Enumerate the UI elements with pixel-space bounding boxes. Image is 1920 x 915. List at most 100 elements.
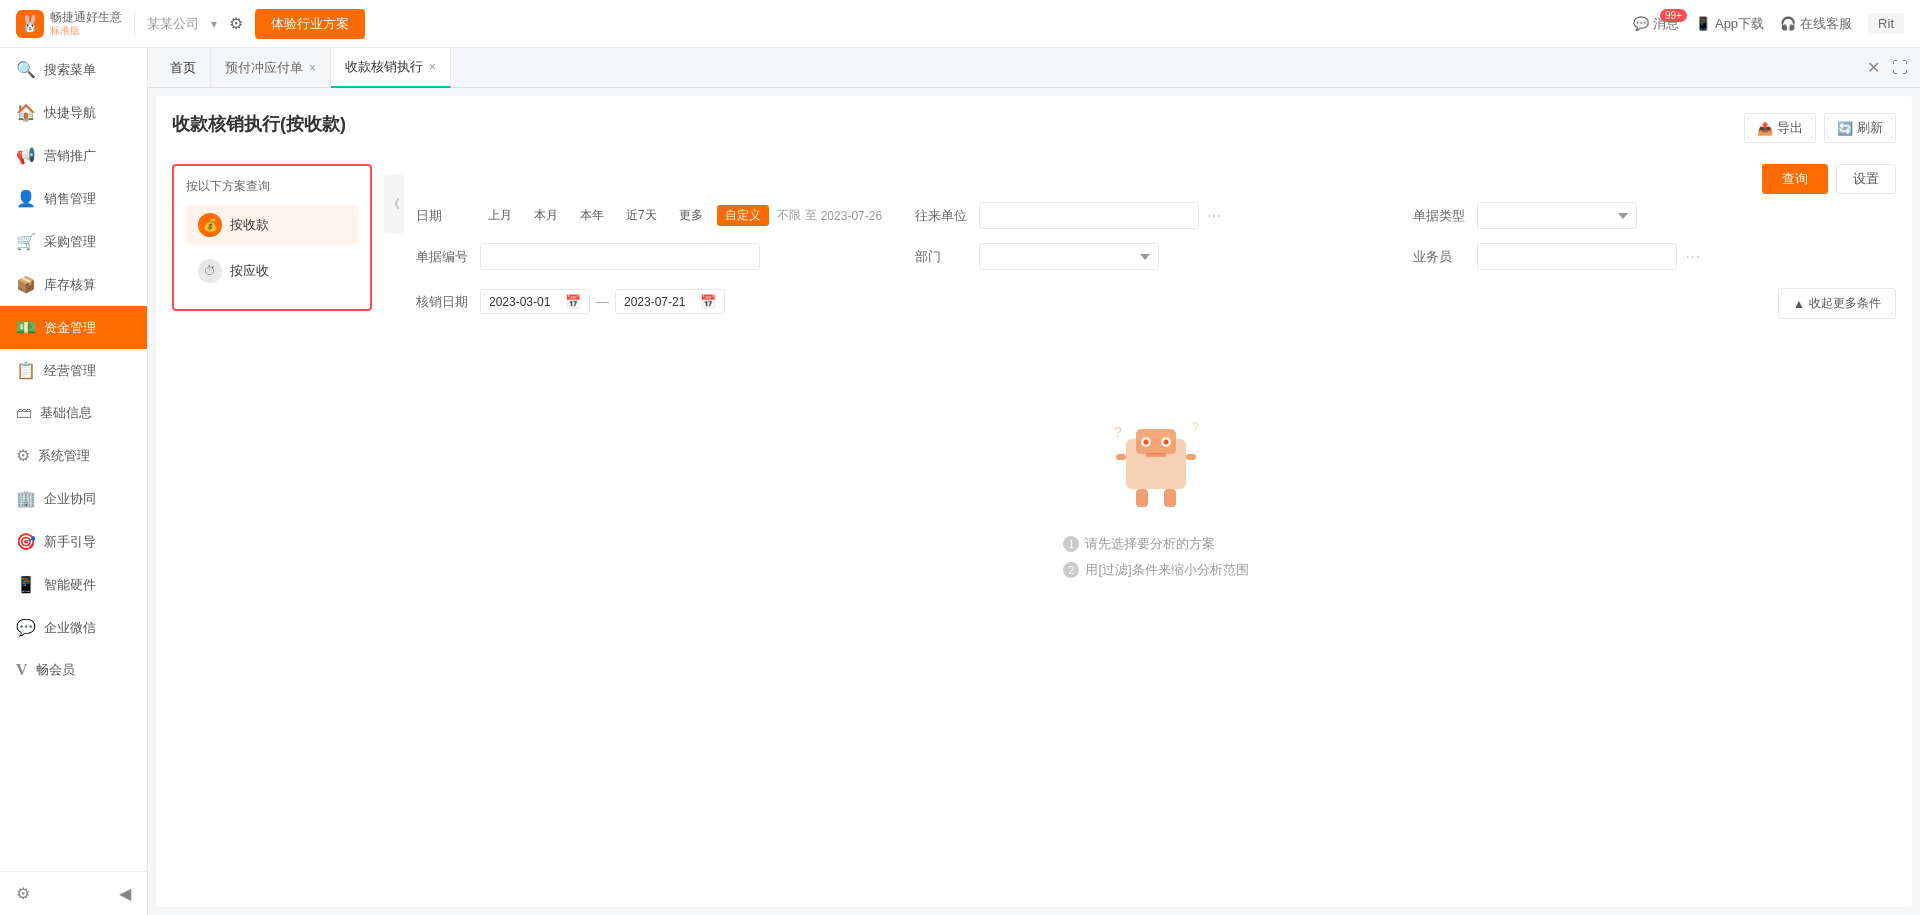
staff-label: 业务员 bbox=[1413, 248, 1469, 266]
svg-point-4 bbox=[1144, 440, 1149, 445]
filter-container: 按以下方案查询 💰 按收款 ⏱ 按应收 《 bbox=[172, 164, 1896, 659]
svg-rect-6 bbox=[1146, 453, 1166, 457]
receipt-label: 按收款 bbox=[230, 216, 269, 234]
sidebar-item-purchase[interactable]: 🛒 采购管理 bbox=[0, 220, 147, 263]
tab-prepay-close[interactable]: × bbox=[309, 61, 316, 75]
partner-input[interactable] bbox=[979, 202, 1199, 229]
sidebar-item-enterprise[interactable]: 🏢 企业协同 bbox=[0, 477, 147, 520]
staff-field: 业务员 ··· bbox=[1413, 243, 1896, 270]
sales-icon: 👤 bbox=[16, 189, 36, 208]
filter-panel-collapse-btn[interactable]: 《 bbox=[384, 174, 404, 234]
page-content: 收款核销执行(按收款) 📤 导出 🔄 刷新 按以下 bbox=[156, 96, 1912, 907]
date-label: 日期 bbox=[416, 207, 472, 225]
filter-row-3: 核销日期 2023-03-01 📅 — 2023-07-21 bbox=[416, 284, 1896, 319]
settings-icon[interactable]: ⚙ bbox=[229, 14, 243, 33]
page-toolbar: 📤 导出 🔄 刷新 bbox=[1744, 113, 1896, 143]
sidebar-item-capital[interactable]: 💵 资金管理 bbox=[0, 306, 147, 349]
collapse-more-button[interactable]: ▲ 收起更多条件 bbox=[1778, 288, 1896, 319]
purchase-icon: 🛒 bbox=[16, 232, 36, 251]
home-icon: 🏠 bbox=[16, 103, 36, 122]
export-icon: 📤 bbox=[1757, 121, 1773, 136]
company-name[interactable]: 某某公司 bbox=[147, 15, 199, 33]
user-avatar[interactable]: Rit bbox=[1868, 13, 1904, 34]
sidebar-item-member[interactable]: V 畅会员 bbox=[0, 649, 147, 691]
svg-rect-7 bbox=[1116, 454, 1126, 460]
receipt-icon: 💰 bbox=[198, 213, 222, 237]
filter-settings-button[interactable]: 设置 bbox=[1836, 164, 1896, 194]
sidebar-item-basic[interactable]: 🗃 基础信息 bbox=[0, 392, 147, 434]
sidebar-item-sales[interactable]: 👤 销售管理 bbox=[0, 177, 147, 220]
sidebar-item-guide[interactable]: 🎯 新手引导 bbox=[0, 520, 147, 563]
sidebar-item-system[interactable]: ⚙ 系统管理 bbox=[0, 434, 147, 477]
solution-button[interactable]: 体验行业方案 bbox=[255, 9, 365, 39]
hardware-icon: 📱 bbox=[16, 575, 36, 594]
tab-expand-button[interactable]: ⛶ bbox=[1888, 55, 1912, 81]
date-btn-last-month[interactable]: 上月 bbox=[480, 205, 520, 226]
messages-button[interactable]: 💬 消息 99+ bbox=[1633, 15, 1679, 33]
tab-home[interactable]: 首页 bbox=[156, 48, 211, 88]
mobile-icon: 📱 bbox=[1695, 16, 1711, 31]
bottom-settings-icon[interactable]: ⚙ bbox=[16, 884, 30, 903]
sidebar-collapse-icon[interactable]: ◀ bbox=[119, 884, 131, 903]
tab-receipt-cancel[interactable]: 收款核销执行 × bbox=[331, 48, 451, 88]
staff-input[interactable] bbox=[1477, 243, 1677, 270]
guide-icon: 🎯 bbox=[16, 532, 36, 551]
svg-rect-8 bbox=[1186, 454, 1196, 460]
date-field: 日期 上月 本月 本年 近7天 更多 自定义 bbox=[416, 205, 899, 226]
sidebar: 🔍 搜索菜单 🏠 快捷导航 📢 营销推广 👤 销售管理 🛒 采购管理 📦 库存核… bbox=[0, 48, 148, 915]
bill-type-label: 单据类型 bbox=[1413, 207, 1469, 225]
sidebar-item-inventory[interactable]: 📦 库存核算 bbox=[0, 263, 147, 306]
company-dropdown-icon[interactable]: ▾ bbox=[211, 17, 217, 31]
sidebar-item-wechat[interactable]: 💬 企业微信 bbox=[0, 606, 147, 649]
partner-more-icon[interactable]: ··· bbox=[1207, 205, 1222, 226]
verify-date-start-input[interactable]: 2023-03-01 📅 bbox=[480, 289, 590, 314]
tab-bar: 首页 预付冲应付单 × 收款核销执行 × ✕ ⛶ bbox=[148, 48, 1920, 88]
calendar-end-icon: 📅 bbox=[700, 294, 716, 309]
dept-label: 部门 bbox=[915, 248, 971, 266]
app-name: 畅捷通好生意 标准版 bbox=[50, 10, 122, 36]
refresh-button[interactable]: 🔄 刷新 bbox=[1824, 113, 1896, 143]
app-logo: 🐰 畅捷通好生意 标准版 bbox=[16, 10, 122, 38]
sidebar-item-search[interactable]: 🔍 搜索菜单 bbox=[0, 48, 147, 91]
receivable-icon: ⏱ bbox=[198, 259, 222, 283]
app-download-button[interactable]: 📱 App下载 bbox=[1695, 15, 1764, 33]
refresh-icon: 🔄 bbox=[1837, 121, 1853, 136]
message-icon: 💬 bbox=[1633, 16, 1649, 31]
date-btn-this-month[interactable]: 本月 bbox=[526, 205, 566, 226]
dept-field: 部门 bbox=[915, 243, 1398, 270]
service-button[interactable]: 🎧 在线客服 bbox=[1780, 15, 1852, 33]
sidebar-item-marketing[interactable]: 📢 营销推广 bbox=[0, 134, 147, 177]
empty-tip-1: 1 请先选择要分析的方案 bbox=[1063, 535, 1248, 553]
tab-prepay[interactable]: 预付冲应付单 × bbox=[211, 48, 331, 88]
export-button[interactable]: 📤 导出 bbox=[1744, 113, 1816, 143]
date-btn-this-year[interactable]: 本年 bbox=[572, 205, 612, 226]
tab-close-all-button[interactable]: ✕ bbox=[1863, 54, 1884, 81]
tab-receipt-cancel-close[interactable]: × bbox=[429, 60, 436, 74]
date-btn-more[interactable]: 更多 bbox=[671, 205, 711, 226]
topbar-right: 💬 消息 99+ 📱 App下载 🎧 在线客服 Rit bbox=[1633, 13, 1904, 34]
receivable-label: 按应收 bbox=[230, 262, 269, 280]
staff-more-icon[interactable]: ··· bbox=[1685, 246, 1700, 267]
calendar-start-icon: 📅 bbox=[565, 294, 581, 309]
verify-date-end-input[interactable]: 2023-07-21 📅 bbox=[615, 289, 725, 314]
date-custom-badge[interactable]: 自定义 bbox=[717, 205, 769, 226]
verify-date-label: 核销日期 bbox=[416, 293, 472, 311]
messages-badge: 99+ bbox=[1660, 9, 1687, 22]
filter-row-1: 日期 上月 本月 本年 近7天 更多 自定义 bbox=[416, 202, 1896, 229]
svg-text:?: ? bbox=[1192, 420, 1199, 434]
empty-illustration: ? ? bbox=[1096, 399, 1216, 519]
filter-option-by-receivable[interactable]: ⏱ 按应收 bbox=[186, 251, 358, 291]
bill-no-input[interactable] bbox=[480, 243, 760, 270]
bill-type-field: 单据类型 bbox=[1413, 202, 1896, 229]
inventory-icon: 📦 bbox=[16, 275, 36, 294]
query-button[interactable]: 查询 bbox=[1762, 164, 1828, 194]
sidebar-item-quick-nav[interactable]: 🏠 快捷导航 bbox=[0, 91, 147, 134]
sidebar-item-hardware[interactable]: 📱 智能硬件 bbox=[0, 563, 147, 606]
empty-state: ? ? 1 请先选择要分析的方案 2 用[过滤]条件来缩小分析范围 bbox=[416, 319, 1896, 659]
date-btn-7days[interactable]: 近7天 bbox=[618, 205, 665, 226]
filter-option-by-receipt[interactable]: 💰 按收款 bbox=[186, 205, 358, 245]
operation-icon: 📋 bbox=[16, 361, 36, 380]
bill-type-select[interactable] bbox=[1477, 202, 1637, 229]
dept-select[interactable] bbox=[979, 243, 1159, 270]
sidebar-item-operation[interactable]: 📋 经营管理 bbox=[0, 349, 147, 392]
